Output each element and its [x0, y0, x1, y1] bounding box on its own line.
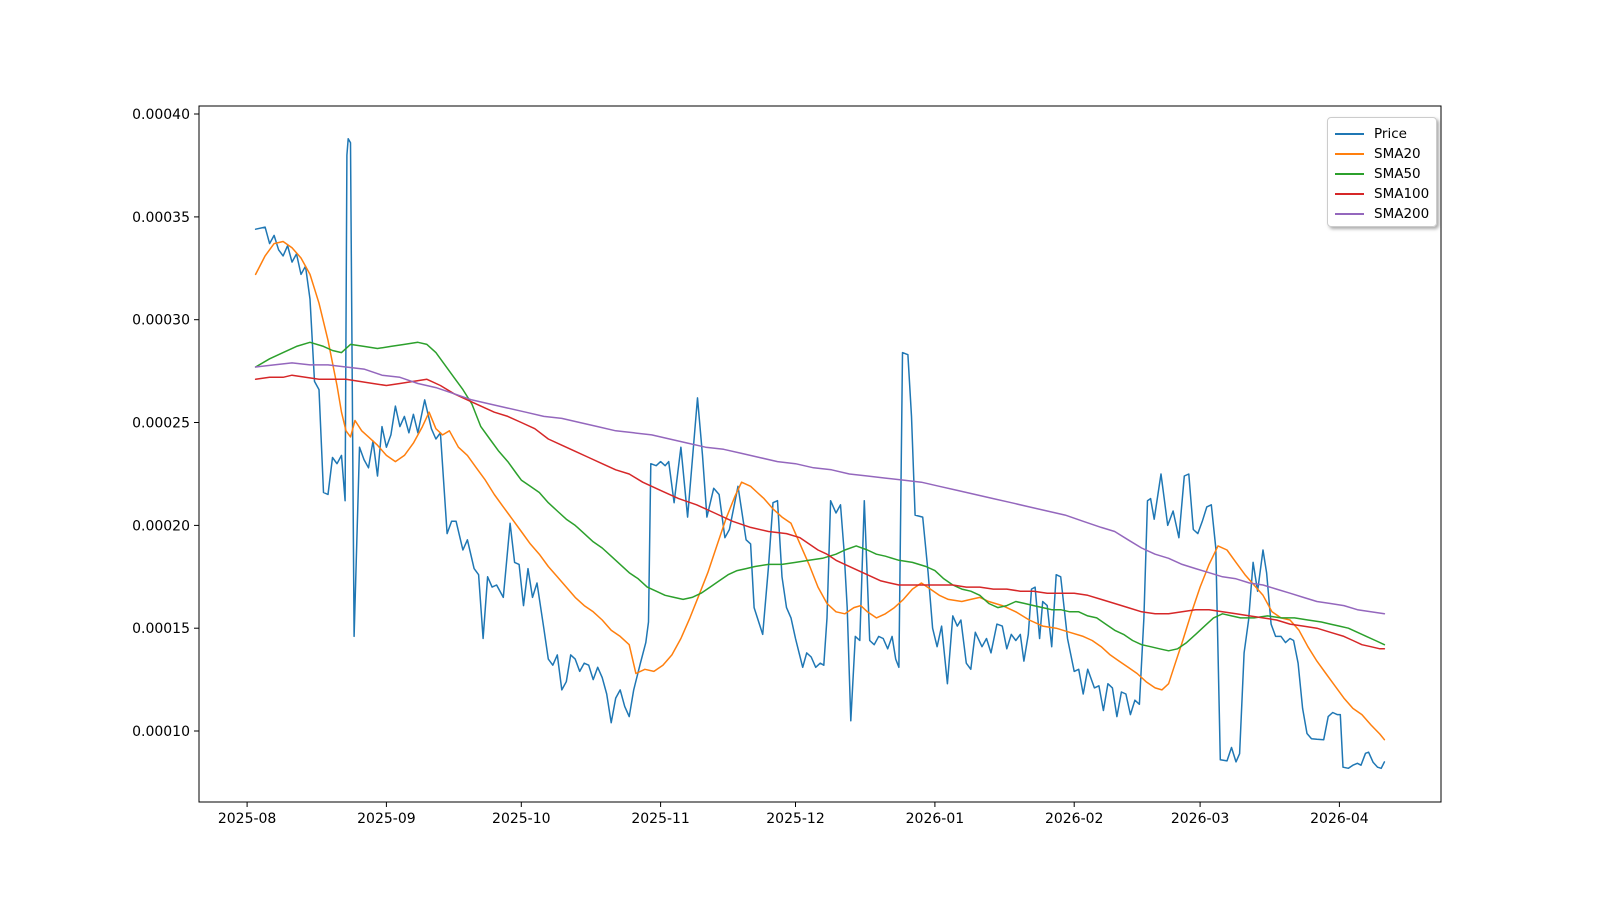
x-tick-label: 2025-12 [766, 811, 825, 827]
x-tick-label: 2026-03 [1171, 811, 1230, 827]
x-tick-label: 2025-09 [357, 811, 416, 827]
chart-figure: 2025-08 2025-09 2025-10 2025-11 2025-12 2026-… [0, 0, 1600, 900]
legend: Price SMA20 SMA50 SMA100 SMA200 [1327, 117, 1437, 227]
x-tick-label: 2025-10 [492, 811, 551, 827]
legend-label-sma200: SMA200 [1374, 206, 1430, 222]
y-tick-label: 0.00030 [132, 313, 190, 329]
price-line-swatch [1335, 133, 1364, 135]
legend-row-price: Price [1328, 124, 1436, 144]
x-tick-label: 2026-02 [1045, 811, 1104, 827]
x-tick-label: 2026-04 [1310, 811, 1369, 827]
legend-row-sma50: SMA50 [1328, 164, 1436, 184]
x-tick-label: 2025-11 [631, 811, 690, 827]
y-tick-label: 0.00020 [132, 518, 190, 534]
legend-row-sma20: SMA20 [1328, 144, 1436, 164]
x-tick-label: 2025-08 [218, 811, 277, 827]
x-tick-label: 2026-01 [906, 811, 965, 827]
y-tick-label: 0.00010 [132, 724, 190, 740]
sma50-line-swatch [1335, 173, 1364, 175]
y-tick-label: 0.00040 [132, 107, 190, 123]
sma20-line-swatch [1335, 153, 1364, 155]
legend-label-sma20: SMA20 [1374, 146, 1421, 162]
sma200-line-swatch [1335, 213, 1364, 215]
legend-label-sma100: SMA100 [1374, 186, 1430, 202]
legend-label-sma50: SMA50 [1374, 166, 1421, 182]
y-tick-label: 0.00035 [132, 210, 190, 226]
y-tick-label: 0.00025 [132, 416, 190, 432]
legend-row-sma200: SMA200 [1328, 204, 1436, 224]
y-tick-label: 0.00015 [132, 621, 190, 637]
legend-row-sma100: SMA100 [1328, 184, 1436, 204]
legend-label-price: Price [1374, 126, 1407, 142]
sma100-line-swatch [1335, 193, 1364, 195]
